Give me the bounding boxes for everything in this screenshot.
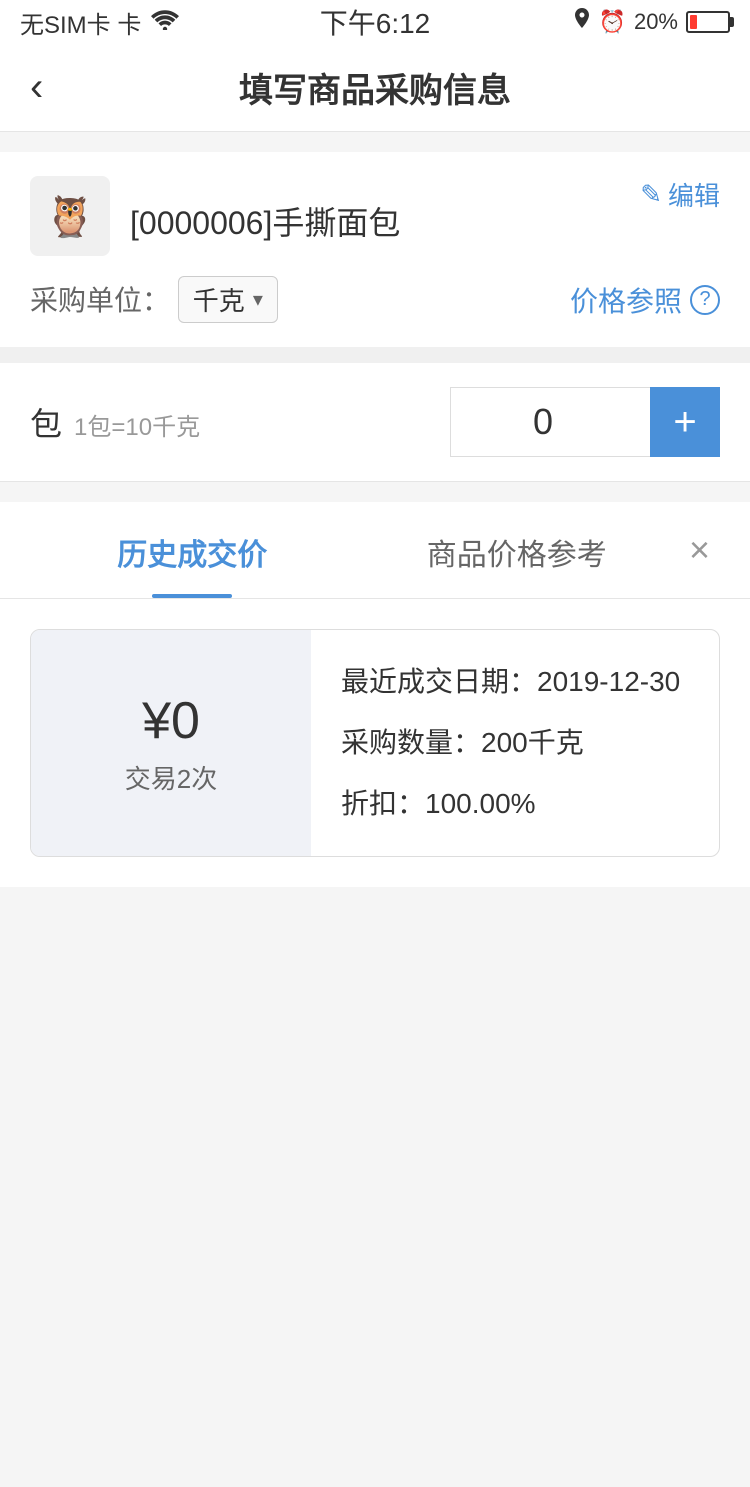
back-button[interactable]: ‹ <box>30 65 43 110</box>
tab-history-price-label: 历史成交价 <box>117 539 267 572</box>
unit-value: 千克 <box>193 281 245 318</box>
battery-percent: 20% <box>634 9 678 35</box>
help-icon: ? <box>690 285 720 315</box>
tab-price-reference[interactable]: 商品价格参考 <box>354 502 678 598</box>
price-card-right: 最近成交日期：2019-12-30 采购数量：200千克 折扣：100.00% <box>311 630 710 856</box>
price-detail-quantity: 采购数量：200千克 <box>341 721 680 766</box>
quantity-label-text: 采购数量： <box>341 727 481 758</box>
price-ref-button[interactable]: 价格参照 ? <box>570 280 720 320</box>
alarm-icon: ⏰ <box>599 9 626 35</box>
tab-bar: 历史成交价 商品价格参考 × <box>0 502 750 599</box>
price-card: ¥0 交易2次 最近成交日期：2019-12-30 采购数量：200千克 折扣：… <box>30 629 720 857</box>
carrier-text: 无SIM卡 卡 <box>20 5 141 40</box>
product-left: 🦉 [0000006]手撕面包 <box>30 176 400 256</box>
unit-selector[interactable]: 千克 ▾ <box>178 276 278 323</box>
currency-symbol: ¥ <box>142 692 171 750</box>
price-detail-discount: 折扣：100.00% <box>341 782 680 827</box>
product-unit-row: 采购单位： 千克 ▾ 价格参照 ? <box>30 276 720 323</box>
product-logo-icon: 🦉 <box>45 193 95 240</box>
tab-price-reference-label: 商品价格参考 <box>427 539 607 572</box>
location-icon <box>573 8 591 36</box>
price-amount: ¥0 <box>142 691 200 751</box>
tab-history-price[interactable]: 历史成交价 <box>30 502 354 598</box>
status-bar: 无SIM卡 卡 下午6:12 ⏰ 20% <box>0 0 750 44</box>
nav-bar: ‹ 填写商品采购信息 <box>0 44 750 132</box>
quantity-label: 包 1包=10千克 <box>30 399 200 445</box>
price-ref-label: 价格参照 <box>570 280 682 320</box>
price-content: ¥0 交易2次 最近成交日期：2019-12-30 采购数量：200千克 折扣：… <box>0 599 750 887</box>
status-left: 无SIM卡 卡 <box>20 5 179 40</box>
status-time: 下午6:12 <box>320 2 431 42</box>
edit-icon: ✎ <box>640 179 662 210</box>
tab-close-button[interactable]: × <box>679 512 720 588</box>
price-trades: 交易2次 <box>125 759 217 796</box>
quantity-control: + <box>450 387 720 457</box>
price-value: 0 <box>171 692 200 750</box>
product-thumbnail: 🦉 <box>30 176 110 256</box>
edit-label: 编辑 <box>668 176 720 213</box>
page-title: 填写商品采购信息 <box>239 63 511 112</box>
product-name: [0000006]手撕面包 <box>130 188 400 244</box>
product-card: 🦉 [0000006]手撕面包 ✎ 编辑 采购单位： 千克 ▾ 价格参照 ? <box>0 152 750 347</box>
edit-button[interactable]: ✎ 编辑 <box>640 176 720 213</box>
wifi-icon <box>151 8 179 37</box>
recent-date-label: 最近成交日期： <box>341 666 537 697</box>
dropdown-arrow-icon: ▾ <box>253 287 263 312</box>
quantity-plus-button[interactable]: + <box>650 387 720 457</box>
section-divider <box>0 347 750 363</box>
quantity-value: 200千克 <box>481 727 584 758</box>
bottom-space <box>0 887 750 1487</box>
quantity-conversion: 1包=10千克 <box>74 407 200 442</box>
quantity-row: 包 1包=10千克 + <box>0 363 750 482</box>
unit-selector-group: 采购单位： 千克 ▾ <box>30 276 278 323</box>
recent-date-value: 2019-12-30 <box>537 666 680 697</box>
status-right: ⏰ 20% <box>573 8 730 36</box>
unit-label: 采购单位： <box>30 285 170 316</box>
price-detail-date: 最近成交日期：2019-12-30 <box>341 660 680 705</box>
quantity-unit: 包 <box>30 399 62 445</box>
quantity-input[interactable] <box>450 387 650 457</box>
discount-label: 折扣： <box>341 788 425 819</box>
price-card-left: ¥0 交易2次 <box>31 630 311 856</box>
product-header: 🦉 [0000006]手撕面包 ✎ 编辑 <box>30 176 720 256</box>
discount-value: 100.00% <box>425 788 536 819</box>
battery-icon <box>686 11 730 33</box>
